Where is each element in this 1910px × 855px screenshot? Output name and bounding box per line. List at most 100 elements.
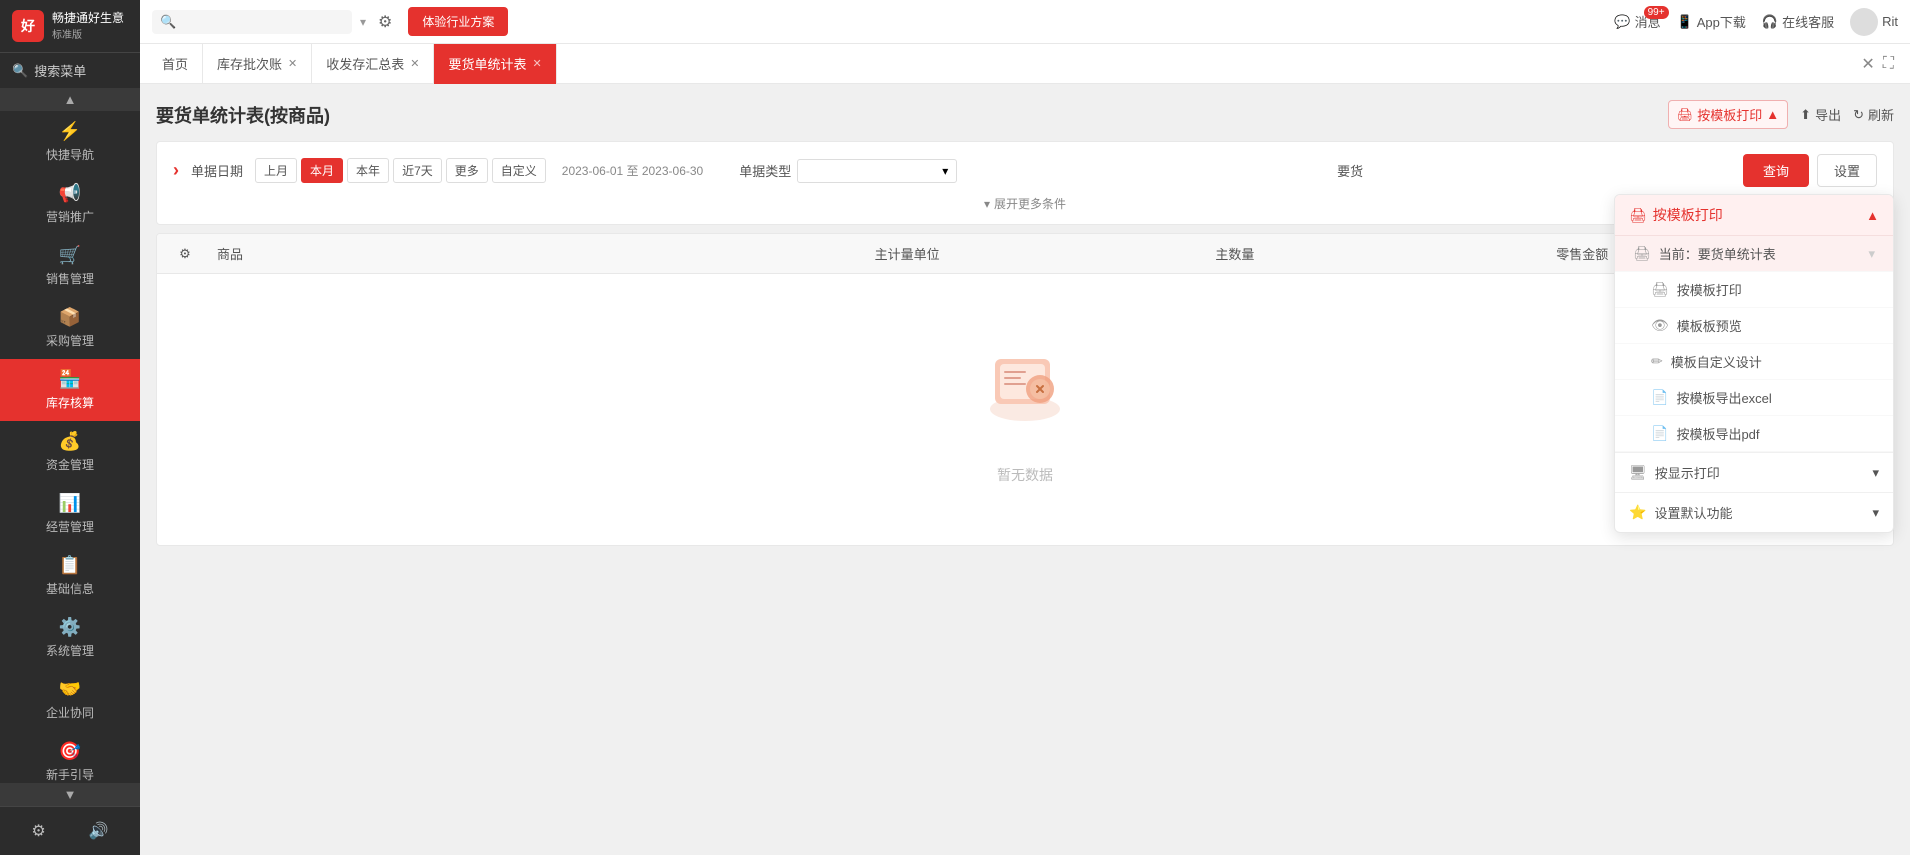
date-btn-last-7[interactable]: 近7天 bbox=[393, 158, 442, 183]
filter-expand-arrow[interactable]: › bbox=[173, 160, 179, 181]
trial-btn[interactable]: 体验行业方案 bbox=[408, 7, 508, 36]
dropdown-header: 🖨 按模板打印 ▲ bbox=[1615, 195, 1893, 236]
sidebar-item-basic-info[interactable]: 📋 基础信息 bbox=[0, 545, 140, 607]
logo-text: 畅捷通好生意 标准版 bbox=[52, 11, 124, 42]
dropdown-default-func[interactable]: ⭐ 设置默认功能 ▾ bbox=[1615, 492, 1893, 532]
sidebar-item-sales[interactable]: 🛒 销售管理 bbox=[0, 235, 140, 297]
tab-close-icon[interactable]: ✕ bbox=[288, 57, 297, 70]
order-type-filter: 单据类型 ▾ bbox=[739, 159, 957, 183]
online-service-label: 在线客服 bbox=[1782, 12, 1834, 31]
tab-close-icon[interactable]: ✕ bbox=[410, 57, 419, 70]
filter-row: › 单据日期 上月 本月 本年 近7天 更多 自定义 2023-06-01 至 … bbox=[173, 154, 1877, 187]
dropdown-item-export-pdf[interactable]: 📄 按模板导出pdf bbox=[1615, 416, 1893, 452]
dropdown-current-item[interactable]: 🖨 当前：要货单统计表 ▾ bbox=[1615, 236, 1893, 272]
current-item-icon: 🖨 bbox=[1633, 245, 1651, 262]
setting-btn[interactable]: 设置 bbox=[1817, 154, 1877, 187]
date-btn-custom[interactable]: 自定义 bbox=[492, 158, 546, 183]
sidebar-item-guide[interactable]: 🎯 新手引导 bbox=[0, 731, 140, 783]
sales-icon: 🛒 bbox=[59, 245, 81, 266]
export-pdf-label: 按模板导出pdf bbox=[1676, 424, 1759, 443]
message-item[interactable]: 💬 消息 99+ bbox=[1614, 12, 1660, 31]
order-type-select[interactable]: ▾ bbox=[797, 159, 957, 183]
default-func-label: 设置默认功能 bbox=[1654, 503, 1732, 522]
sidebar-item-label: 企业协同 bbox=[46, 704, 94, 721]
dropdown-chevron-up[interactable]: ▲ bbox=[1866, 208, 1879, 223]
dropdown-item-template-print[interactable]: 🖨 按模板打印 bbox=[1615, 272, 1893, 308]
user-avatar[interactable]: Rit bbox=[1850, 8, 1898, 36]
query-btn[interactable]: 查询 bbox=[1743, 154, 1809, 187]
speaker-bottom-icon[interactable]: 🔊 bbox=[85, 817, 113, 845]
sidebar-items: ⚡ 快捷导航 📢 营销推广 🛒 销售管理 📦 采购管理 🏪 库存核算 💰 资金管… bbox=[0, 111, 140, 783]
date-btn-more[interactable]: 更多 bbox=[446, 158, 488, 183]
topbar-search-area[interactable]: 🔍 bbox=[152, 10, 352, 34]
guide-icon: 🎯 bbox=[59, 741, 81, 762]
sidebar-item-inventory[interactable]: 🏪 库存核算 bbox=[0, 359, 140, 421]
dropdown-item-template-preview[interactable]: 👁 模板板预览 bbox=[1615, 308, 1893, 344]
tab-receipts-summary[interactable]: 收发存汇总表 ✕ bbox=[312, 44, 434, 84]
empty-icon bbox=[975, 334, 1075, 453]
tab-close-icon[interactable]: ✕ bbox=[533, 57, 542, 70]
sidebar-item-marketing[interactable]: 📢 营销推广 bbox=[0, 173, 140, 235]
topbar-search-input[interactable] bbox=[180, 15, 320, 29]
template-print-label: 按模板打印 bbox=[1677, 280, 1742, 299]
dropdown-print-icon: 🖨 bbox=[1629, 207, 1647, 224]
message-icon: 💬 bbox=[1614, 14, 1630, 30]
sidebar-item-label: 系统管理 bbox=[46, 642, 94, 659]
print-template-icon: 🖨 bbox=[1677, 107, 1694, 123]
tab-home[interactable]: 首页 bbox=[148, 44, 203, 84]
export-excel-icon: 📄 bbox=[1651, 389, 1668, 406]
tab-inventory-batch[interactable]: 库存批次账 ✕ bbox=[203, 44, 312, 84]
sidebar-logo: 好 畅捷通好生意 标准版 bbox=[0, 0, 140, 53]
print-template-wrapper: 🖨 按模板打印 ▲ bbox=[1668, 100, 1788, 129]
window-close-btn[interactable]: ✕ bbox=[1861, 54, 1874, 74]
app-download-item[interactable]: 📱 App下载 bbox=[1677, 12, 1746, 31]
dropdown-item-export-excel[interactable]: 📄 按模板导出excel bbox=[1615, 380, 1893, 416]
main-content: 🔍 ▾ ⚙ 体验行业方案 💬 消息 99+ 📱 App下载 🎧 在线客服 Rit bbox=[140, 0, 1910, 855]
col-unit: 主计量单位 bbox=[863, 234, 1204, 273]
export-btn[interactable]: ⬆ 导出 bbox=[1800, 105, 1841, 124]
topbar-gear-icon[interactable]: ⚙ bbox=[378, 12, 392, 32]
sidebar-item-system[interactable]: ⚙️ 系统管理 bbox=[0, 607, 140, 669]
sidebar-item-label: 库存核算 bbox=[46, 394, 94, 411]
search-menu-label: 搜索菜单 bbox=[34, 61, 86, 80]
user-name: Rit bbox=[1882, 14, 1898, 29]
col-gear[interactable]: ⚙ bbox=[165, 236, 205, 272]
sidebar-item-operations[interactable]: 📊 经营管理 bbox=[0, 483, 140, 545]
date-btn-this-month[interactable]: 本月 bbox=[301, 158, 343, 183]
tab-label: 收发存汇总表 bbox=[326, 54, 404, 73]
sidebar-item-purchase[interactable]: 📦 采购管理 bbox=[0, 297, 140, 359]
expand-more-btn[interactable]: ▾ 展开更多条件 bbox=[984, 195, 1066, 212]
date-btn-prev-month[interactable]: 上月 bbox=[255, 158, 297, 183]
tab-label: 库存批次账 bbox=[217, 54, 282, 73]
inventory-icon: 🏪 bbox=[59, 369, 81, 390]
online-service-icon: 🎧 bbox=[1762, 14, 1778, 30]
print-template-btn[interactable]: 🖨 按模板打印 ▲ bbox=[1668, 100, 1788, 129]
scroll-up-btn[interactable]: ▲ bbox=[0, 88, 140, 111]
dropdown-item-template-design[interactable]: ✏ 模板自定义设计 bbox=[1615, 344, 1893, 380]
print-dropdown-menu: 🖨 按模板打印 ▲ 🖨 当前：要货单统计表 ▾ 🖨 按模板打印 👁 模板板预览 bbox=[1614, 194, 1894, 533]
sidebar-item-quick-nav[interactable]: ⚡ 快捷导航 bbox=[0, 111, 140, 173]
topbar: 🔍 ▾ ⚙ 体验行业方案 💬 消息 99+ 📱 App下载 🎧 在线客服 Rit bbox=[140, 0, 1910, 44]
online-service-item[interactable]: 🎧 在线客服 bbox=[1762, 12, 1834, 31]
marketing-icon: 📢 bbox=[59, 183, 81, 204]
date-btn-this-year[interactable]: 本年 bbox=[347, 158, 389, 183]
settings-bottom-icon[interactable]: ⚙ bbox=[27, 817, 49, 845]
search-menu-item[interactable]: 🔍 搜索菜单 bbox=[0, 53, 140, 88]
sidebar-bottom: ⚙ 🔊 bbox=[0, 806, 140, 855]
tab-order-stats[interactable]: 要货单统计表 ✕ bbox=[434, 44, 556, 84]
dropdown-header-label: 按模板打印 bbox=[1653, 205, 1723, 225]
sidebar-item-finance[interactable]: 💰 资金管理 bbox=[0, 421, 140, 483]
tab-label: 要货单统计表 bbox=[448, 54, 526, 73]
template-design-icon: ✏ bbox=[1651, 353, 1663, 370]
default-func-icon: ⭐ bbox=[1629, 504, 1646, 521]
sidebar-item-collab[interactable]: 🤝 企业协同 bbox=[0, 669, 140, 731]
template-print-icon: 🖨 bbox=[1651, 281, 1669, 298]
empty-text: 暂无数据 bbox=[997, 465, 1053, 485]
scroll-down-btn[interactable]: ▼ bbox=[0, 783, 140, 806]
topbar-dropdown-chevron[interactable]: ▾ bbox=[360, 15, 366, 29]
sidebar-item-label: 采购管理 bbox=[46, 332, 94, 349]
window-maximize-btn[interactable]: ⛶ bbox=[1883, 54, 1894, 74]
quick-nav-icon: ⚡ bbox=[59, 121, 81, 142]
refresh-btn[interactable]: ↻ 刷新 bbox=[1853, 105, 1894, 124]
dropdown-display-print[interactable]: 🖥 按显示打印 ▾ bbox=[1615, 452, 1893, 492]
